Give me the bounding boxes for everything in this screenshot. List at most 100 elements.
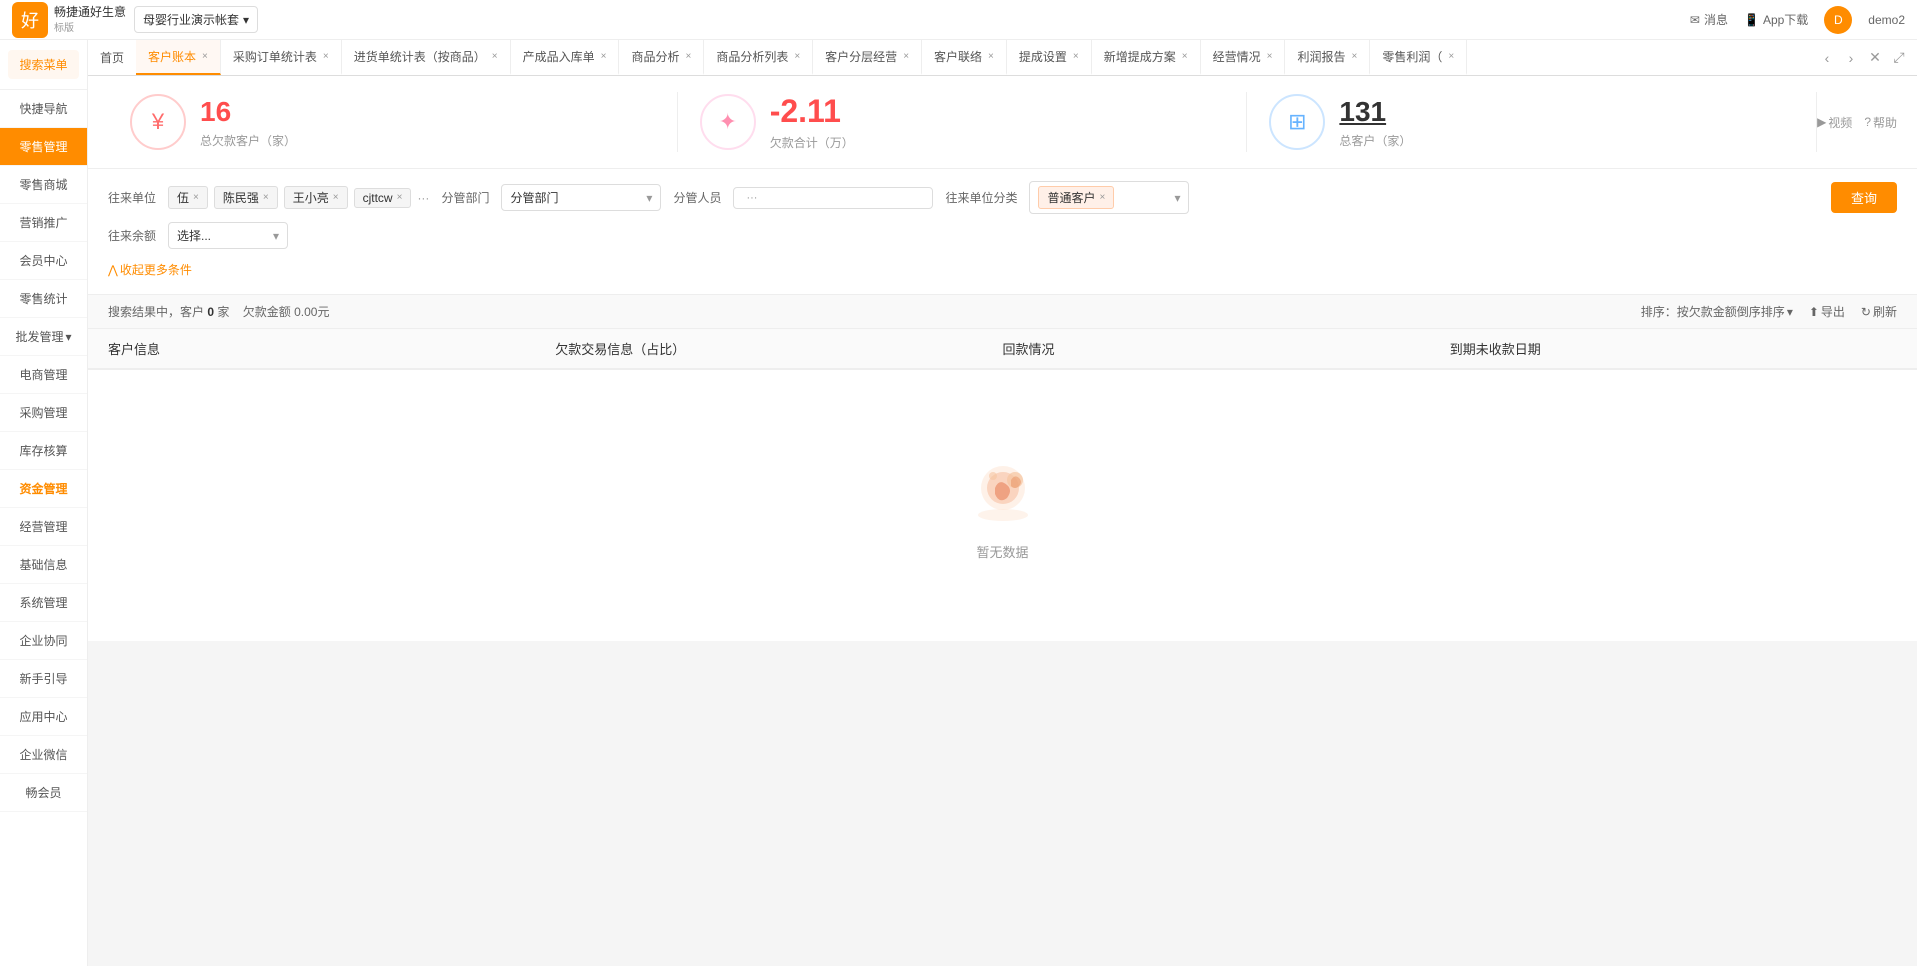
tab-purchase-order-stats[interactable]: 采购订单统计表 × [221, 40, 342, 75]
remainder-placeholder: 选择... [177, 227, 211, 244]
help-btn[interactable]: ? 帮助 [1864, 92, 1897, 152]
help-label: 帮助 [1873, 114, 1897, 131]
person-input-more[interactable]: ··· [746, 192, 757, 204]
tab-add-commission-close[interactable]: × [1182, 51, 1188, 62]
filter-tag-wang-close[interactable]: × [333, 192, 339, 203]
sidebar-item-newbie-guide[interactable]: 新手引导 [0, 660, 87, 698]
sidebar-item-system-mgmt[interactable]: 系统管理 [0, 584, 87, 622]
tab-close-all-btn[interactable]: ✕ [1865, 48, 1885, 68]
tab-finished-goods-close[interactable]: × [601, 51, 607, 62]
tab-profit-report-close[interactable]: × [1351, 51, 1357, 62]
tab-fullscreen-btn[interactable]: ⤢ [1889, 48, 1909, 68]
tab-operations-status-close[interactable]: × [1267, 51, 1273, 62]
user-avatar: D [1824, 6, 1852, 34]
sidebar-item-member-center[interactable]: 会员中心 [0, 242, 87, 280]
store-selector[interactable]: 母婴行业演示帐套 ▾ [134, 6, 258, 33]
enterprise-collab-label: 企业协同 [19, 634, 67, 648]
sidebar-item-ecommerce[interactable]: 电商管理 [0, 356, 87, 394]
sidebar-item-inventory[interactable]: 库存核算 [0, 432, 87, 470]
tab-customer-tier-close[interactable]: × [903, 51, 909, 62]
tab-operations-status[interactable]: 经营情况 × [1201, 40, 1286, 75]
tab-add-commission-label: 新增提成方案 [1104, 48, 1176, 65]
tab-customer-tier[interactable]: 客户分层经营 × [813, 40, 922, 75]
table-header-debt-info: 欠款交易信息（占比） [555, 339, 1002, 358]
filter-more-tags-btn[interactable]: ··· [417, 191, 429, 205]
sidebar-item-chang-member[interactable]: 畅会员 [0, 774, 87, 812]
tab-incoming-stats-close[interactable]: × [492, 51, 498, 62]
tab-customer-contact-close[interactable]: × [988, 51, 994, 62]
top-bar: 好 畅捷通好生意 标版 母婴行业演示帐套 ▾ ✉ 消息 📱 App下载 D de… [0, 0, 1917, 40]
tab-add-commission[interactable]: 新增提成方案 × [1092, 40, 1201, 75]
tab-retail-profit-close[interactable]: × [1448, 51, 1454, 62]
filter-row-1: 往来单位 伍 × 陈民强 × 王小亮 × [108, 181, 1897, 214]
tab-retail-profit[interactable]: 零售利润（ × [1370, 40, 1467, 75]
filter-tag-cjttcw-close[interactable]: × [397, 192, 403, 203]
stat-icon-debt: ✦ [698, 92, 758, 152]
video-help-btn[interactable]: ▶ 视频 [1817, 92, 1852, 152]
tab-incoming-stats[interactable]: 进货单统计表（按商品） × [342, 40, 511, 75]
tab-customer-ledger[interactable]: 客户账本 × [136, 40, 221, 75]
empty-state: 暂无数据 [88, 370, 1917, 641]
sidebar-item-enterprise-collab[interactable]: 企业协同 [0, 622, 87, 660]
refresh-btn[interactable]: ↻ 刷新 [1861, 303, 1897, 320]
dept-select[interactable]: 分管部门 ▾ [501, 184, 661, 211]
sidebar-item-quick-nav[interactable]: 快捷导航 [0, 90, 87, 128]
search-result-count-unit: 家 [217, 305, 229, 319]
app-download-btn[interactable]: 📱 App下载 [1744, 11, 1808, 28]
sidebar-item-finance[interactable]: 资金管理 [0, 470, 87, 508]
search-result-prefix: 搜索结果中，客户 [108, 305, 204, 319]
stat-card-customers: ¥ 16 总欠款客户（家） [108, 92, 678, 152]
export-btn[interactable]: ⬆ 导出 [1809, 303, 1845, 320]
stat-label-customers: 总欠款客户（家） [200, 132, 657, 149]
tab-profit-report-label: 利润报告 [1297, 48, 1345, 65]
sidebar-item-retail-mall[interactable]: 零售商城 [0, 166, 87, 204]
tab-product-analysis-list[interactable]: 商品分析列表 × [704, 40, 813, 75]
sidebar-item-marketing[interactable]: 营销推广 [0, 204, 87, 242]
tab-purchase-order-stats-close[interactable]: × [323, 51, 329, 62]
filter-tag-wu: 伍 × [168, 186, 208, 209]
filter-tag-chen-close[interactable]: × [263, 192, 269, 203]
search-menu-btn[interactable]: 搜索菜单 [8, 50, 79, 79]
tab-customer-contact[interactable]: 客户联络 × [922, 40, 1007, 75]
tab-home[interactable]: 首页 [88, 41, 136, 74]
tab-commission-settings-close[interactable]: × [1073, 51, 1079, 62]
sort-select[interactable]: 排序：按欠款金额倒序排序 ▾ [1641, 303, 1793, 320]
person-input[interactable]: ··· [733, 187, 933, 209]
sidebar-item-retail-mgmt[interactable]: 零售管理 [0, 128, 87, 166]
stat-icon-circle-total: ⊞ [1269, 94, 1325, 150]
tab-finished-goods[interactable]: 产成品入库单 × [511, 40, 620, 75]
sidebar-item-purchase-mgmt[interactable]: 采购管理 [0, 394, 87, 432]
empty-text: 暂无数据 [976, 542, 1028, 561]
sidebar-item-wholesale-mgmt[interactable]: 批发管理 ▾ [0, 318, 87, 356]
tab-product-analysis-close[interactable]: × [685, 51, 691, 62]
unit-filter-label: 往来单位 [108, 189, 156, 206]
tab-customer-ledger-close[interactable]: × [202, 51, 208, 62]
sidebar-item-retail-stats[interactable]: 零售统计 [0, 280, 87, 318]
username: demo2 [1868, 13, 1905, 27]
basic-info-label: 基础信息 [19, 558, 67, 572]
tab-product-analysis-list-label: 商品分析列表 [716, 48, 788, 65]
tab-product-analysis-list-close[interactable]: × [794, 51, 800, 62]
wholesale-arrow-icon: ▾ [65, 330, 71, 344]
ecommerce-label: 电商管理 [19, 368, 67, 382]
tab-scroll-right-btn[interactable]: › [1841, 48, 1861, 68]
sort-label: 排序：按欠款金额倒序排序 [1641, 303, 1785, 320]
tab-scroll-left-btn[interactable]: ‹ [1817, 48, 1837, 68]
query-btn[interactable]: 查询 [1831, 182, 1897, 213]
unit-class-tag-close[interactable]: × [1100, 192, 1106, 203]
sidebar-item-basic-info[interactable]: 基础信息 [0, 546, 87, 584]
tab-customer-tier-label: 客户分层经营 [825, 48, 897, 65]
sidebar-item-enterprise-wechat[interactable]: 企业微信 [0, 736, 87, 774]
inventory-label: 库存核算 [19, 444, 67, 458]
collapse-btn[interactable]: ⋀ 收起更多条件 [108, 261, 1897, 278]
remainder-select[interactable]: 选择... ▾ [168, 222, 288, 249]
tab-profit-report[interactable]: 利润报告 × [1285, 40, 1370, 75]
message-btn[interactable]: ✉ 消息 [1690, 11, 1728, 28]
sidebar-item-app-center[interactable]: 应用中心 [0, 698, 87, 736]
unit-class-select[interactable]: 普通客户 × ▾ [1029, 181, 1189, 214]
tab-product-analysis[interactable]: 商品分析 × [619, 40, 704, 75]
sidebar-item-operations[interactable]: 经营管理 [0, 508, 87, 546]
tab-commission-settings[interactable]: 提成设置 × [1007, 40, 1092, 75]
stat-info-total: 131 总客户（家） [1339, 96, 1796, 149]
filter-tag-wu-close[interactable]: × [193, 192, 199, 203]
